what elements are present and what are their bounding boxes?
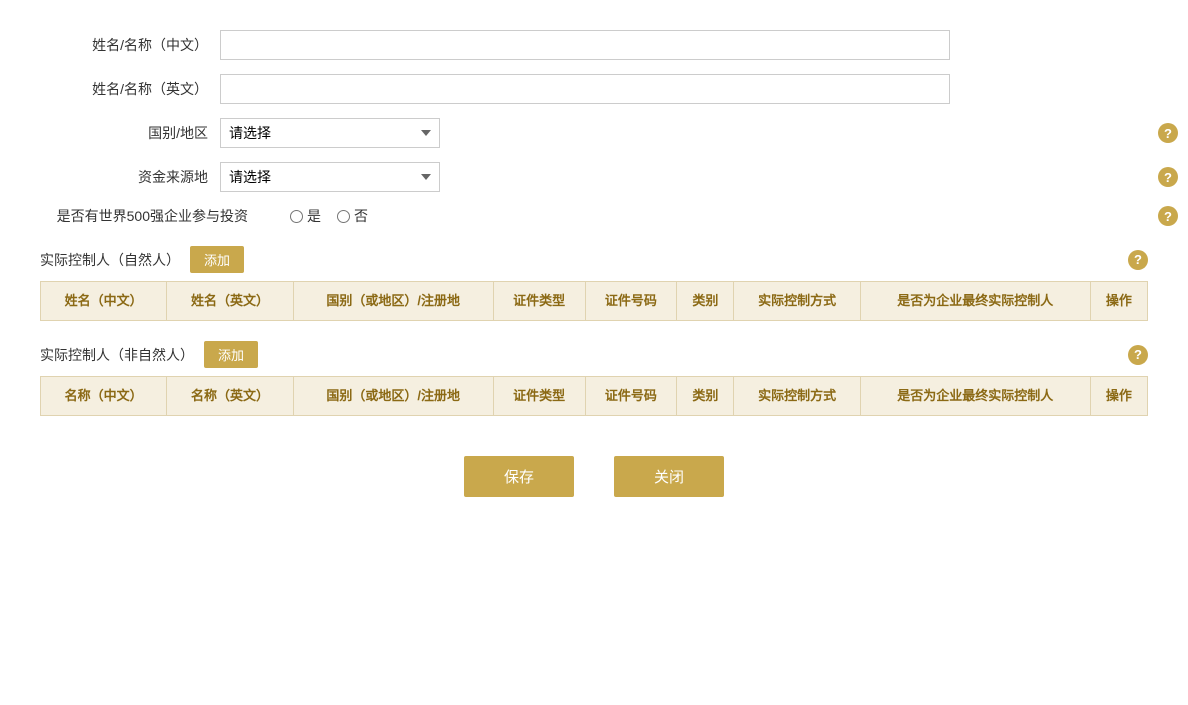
fortune500-row: 是否有世界500强企业参与投资 是 否 ? bbox=[40, 206, 1148, 226]
radio-no-text: 否 bbox=[354, 206, 368, 226]
nnp-col-category: 类别 bbox=[677, 377, 734, 416]
non-natural-person-title: 实际控制人（非自然人） bbox=[40, 345, 194, 365]
save-button[interactable]: 保存 bbox=[464, 456, 574, 497]
natural-person-help-icon[interactable]: ? bbox=[1128, 250, 1148, 270]
nnp-col-operation: 操作 bbox=[1090, 377, 1147, 416]
fund-source-label: 资金来源地 bbox=[40, 167, 220, 187]
non-natural-person-section-header: 实际控制人（非自然人） 添加 ? bbox=[40, 341, 1148, 368]
np-col-operation: 操作 bbox=[1090, 282, 1147, 321]
country-select[interactable]: 请选择 bbox=[220, 118, 440, 148]
natural-person-add-button[interactable]: 添加 bbox=[190, 246, 244, 273]
radio-yes[interactable] bbox=[290, 210, 303, 223]
name-en-row: 姓名/名称（英文） bbox=[40, 74, 1148, 104]
radio-no[interactable] bbox=[337, 210, 350, 223]
nnp-col-country: 国别（或地区）/注册地 bbox=[293, 377, 493, 416]
natural-person-section-header: 实际控制人（自然人） 添加 ? bbox=[40, 246, 1148, 273]
np-col-name-cn: 姓名（中文） bbox=[41, 282, 167, 321]
radio-yes-text: 是 bbox=[307, 206, 321, 226]
np-col-cert-no: 证件号码 bbox=[585, 282, 677, 321]
natural-person-table: 姓名（中文） 姓名（英文） 国别（或地区）/注册地 证件类型 证件号码 类别 实… bbox=[40, 281, 1148, 321]
country-row: 国别/地区 请选择 ? bbox=[40, 118, 1148, 148]
bottom-buttons: 保存 关闭 bbox=[40, 456, 1148, 497]
np-col-control-method: 实际控制方式 bbox=[734, 282, 860, 321]
np-col-name-en: 姓名（英文） bbox=[167, 282, 293, 321]
country-help-icon[interactable]: ? bbox=[1158, 123, 1178, 143]
natural-person-table-header-row: 姓名（中文） 姓名（英文） 国别（或地区）/注册地 证件类型 证件号码 类别 实… bbox=[41, 282, 1148, 321]
name-cn-row: 姓名/名称（中文） bbox=[40, 30, 1148, 60]
np-col-country: 国别（或地区）/注册地 bbox=[293, 282, 493, 321]
np-col-category: 类别 bbox=[677, 282, 734, 321]
name-cn-label: 姓名/名称（中文） bbox=[40, 35, 220, 55]
fortune500-radio-group: 是 否 bbox=[290, 206, 378, 226]
form-section: 姓名/名称（中文） 姓名/名称（英文） 国别/地区 请选择 ? 资金来源地 请选… bbox=[40, 30, 1148, 226]
natural-person-title: 实际控制人（自然人） bbox=[40, 250, 180, 270]
name-en-label: 姓名/名称（英文） bbox=[40, 79, 220, 99]
fortune500-help-icon[interactable]: ? bbox=[1158, 206, 1178, 226]
non-natural-person-add-button[interactable]: 添加 bbox=[204, 341, 258, 368]
name-en-input[interactable] bbox=[220, 74, 950, 104]
name-cn-input[interactable] bbox=[220, 30, 950, 60]
non-natural-person-table: 名称（中文） 名称（英文） 国别（或地区）/注册地 证件类型 证件号码 类别 实… bbox=[40, 376, 1148, 416]
fortune500-label: 是否有世界500强企业参与投资 bbox=[40, 206, 260, 226]
nnp-col-cert-no: 证件号码 bbox=[585, 377, 677, 416]
non-natural-person-table-header-row: 名称（中文） 名称（英文） 国别（或地区）/注册地 证件类型 证件号码 类别 实… bbox=[41, 377, 1148, 416]
nnp-col-control-method: 实际控制方式 bbox=[734, 377, 860, 416]
close-button[interactable]: 关闭 bbox=[614, 456, 724, 497]
np-col-is-ultimate: 是否为企业最终实际控制人 bbox=[860, 282, 1090, 321]
nnp-col-name-cn: 名称（中文） bbox=[41, 377, 167, 416]
radio-yes-label[interactable]: 是 bbox=[290, 206, 321, 226]
non-natural-person-help-icon[interactable]: ? bbox=[1128, 345, 1148, 365]
nnp-col-is-ultimate: 是否为企业最终实际控制人 bbox=[860, 377, 1090, 416]
nnp-col-name-en: 名称（英文） bbox=[167, 377, 293, 416]
fund-source-select[interactable]: 请选择 bbox=[220, 162, 440, 192]
country-label: 国别/地区 bbox=[40, 123, 220, 143]
nnp-col-cert-type: 证件类型 bbox=[493, 377, 585, 416]
fund-source-row: 资金来源地 请选择 ? bbox=[40, 162, 1148, 192]
radio-no-label[interactable]: 否 bbox=[337, 206, 368, 226]
fund-help-icon[interactable]: ? bbox=[1158, 167, 1178, 187]
np-col-cert-type: 证件类型 bbox=[493, 282, 585, 321]
